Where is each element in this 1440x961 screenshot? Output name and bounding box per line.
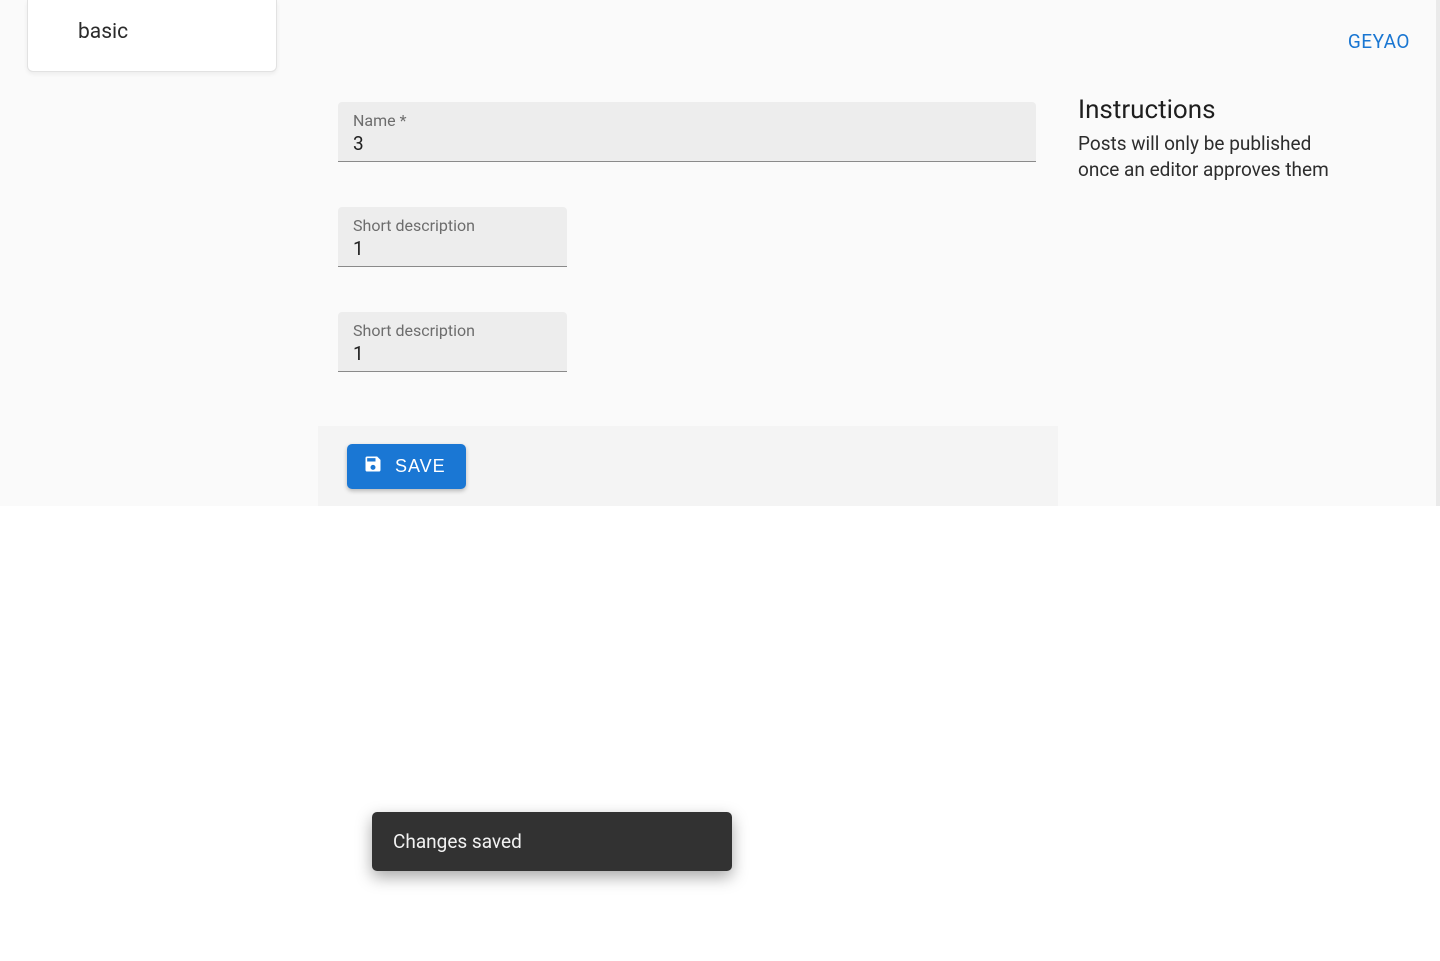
name-input[interactable] [353, 132, 1021, 155]
field-name-label: Name * [353, 111, 1021, 130]
form-column: Name * Short description Short descripti… [338, 102, 1058, 372]
snackbar: Changes saved [372, 812, 732, 871]
field-short1-label: Short description [353, 216, 552, 235]
form-toolbar: SAVE [318, 426, 1058, 506]
save-icon [363, 454, 383, 479]
top-region: basic GEYAO Name * Short description Sho… [0, 0, 1440, 506]
field-short-description-1: Short description [338, 207, 1058, 267]
save-button[interactable]: SAVE [347, 444, 466, 489]
user-link-geyao[interactable]: GEYAO [1348, 30, 1410, 53]
instructions-panel: Instructions Posts will only be publishe… [1078, 95, 1338, 182]
field-short-description-2: Short description [338, 312, 1058, 372]
save-button-label: SAVE [395, 456, 446, 477]
snackbar-text: Changes saved [393, 830, 522, 853]
short-description-input-2[interactable] [353, 342, 552, 365]
card-basic: basic [27, 0, 277, 72]
field-short2-label: Short description [353, 321, 552, 340]
short-description-input-1[interactable] [353, 237, 552, 260]
instructions-heading: Instructions [1078, 95, 1338, 125]
scroll-gutter [1436, 0, 1440, 506]
instructions-body: Posts will only be published once an edi… [1078, 131, 1338, 182]
field-name: Name * [338, 102, 1058, 162]
card-title: basic [78, 20, 128, 44]
